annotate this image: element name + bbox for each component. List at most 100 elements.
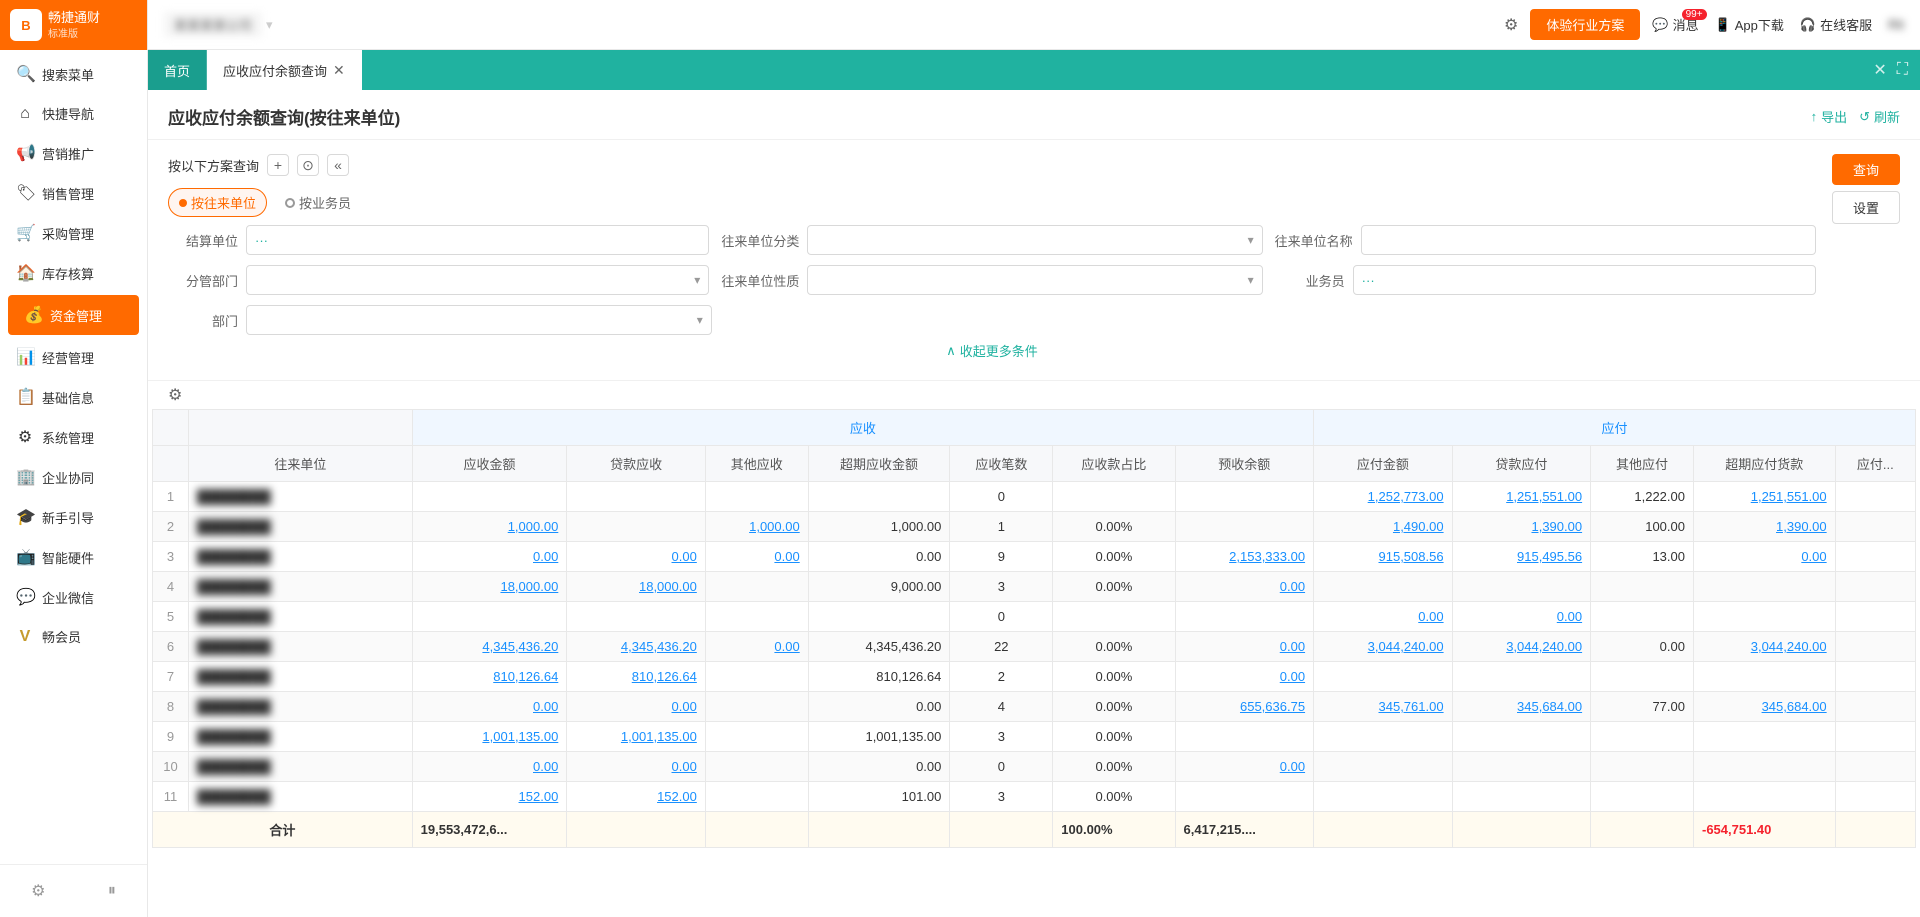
- sidebar-item-marketing[interactable]: 📢 营销推广: [0, 133, 147, 173]
- table-cell[interactable]: 1,251,551.00: [1693, 482, 1835, 512]
- table-row: 2████████1,000.001,000.001,000.0010.00%1…: [153, 512, 1916, 542]
- table-cell[interactable]: 345,684.00: [1693, 692, 1835, 722]
- scheme-collapse-btn[interactable]: «: [327, 154, 349, 176]
- collapse-sidebar-btn[interactable]: ⏸: [100, 874, 124, 908]
- table-cell[interactable]: 18,000.00: [412, 572, 567, 602]
- sidebar-item-enterprise-wechat[interactable]: 💬 企业微信: [0, 577, 147, 617]
- tab-close-icon[interactable]: ✕: [333, 62, 345, 79]
- tab-ar-ap-query[interactable]: 应收应付余额查询 ✕: [207, 50, 362, 90]
- table-cell[interactable]: 0.00: [412, 542, 567, 572]
- table-cell: 0.00%: [1053, 512, 1175, 542]
- table-cell[interactable]: 152.00: [412, 782, 567, 812]
- table-cell[interactable]: 1,390.00: [1693, 512, 1835, 542]
- table-settings-icon[interactable]: ⚙: [168, 385, 182, 405]
- table-cell[interactable]: 915,495.56: [1452, 542, 1591, 572]
- online-service-btn[interactable]: 🎧 在线客服: [1800, 15, 1872, 34]
- user-name[interactable]: Rit: [1888, 17, 1904, 32]
- sidebar-item-vip[interactable]: V 畅会员: [0, 617, 147, 656]
- sidebar-item-search[interactable]: 🔍 搜索菜单: [0, 54, 147, 94]
- table-cell[interactable]: 0.00: [1452, 602, 1591, 632]
- table-cell[interactable]: 2,153,333.00: [1175, 542, 1314, 572]
- sidebar-item-enterprise[interactable]: 🏢 企业协同: [0, 457, 147, 497]
- table-body: 1████████01,252,773.001,251,551.001,222.…: [153, 482, 1916, 812]
- sidebar-item-inventory[interactable]: 🏠 库存核算: [0, 253, 147, 293]
- sidebar-item-finance[interactable]: 💰 资金管理: [8, 295, 139, 335]
- close-window-btn[interactable]: ✕: [1873, 60, 1886, 80]
- sidebar-item-beginner[interactable]: 🎓 新手引导: [0, 497, 147, 537]
- table-cell[interactable]: 1,390.00: [1452, 512, 1591, 542]
- table-cell[interactable]: 0.00: [1314, 602, 1453, 632]
- table-cell[interactable]: 345,761.00: [1314, 692, 1453, 722]
- settlement-unit-input[interactable]: ···: [246, 225, 709, 255]
- table-cell[interactable]: 655,636.75: [1175, 692, 1314, 722]
- table-cell[interactable]: 0.00: [1175, 572, 1314, 602]
- query-btn[interactable]: 查询: [1832, 154, 1900, 185]
- dept-input[interactable]: ▾: [246, 305, 712, 335]
- table-cell[interactable]: 18,000.00: [567, 572, 706, 602]
- maximize-btn[interactable]: ⛶: [1897, 61, 1908, 79]
- table-cell[interactable]: 3,044,240.00: [1314, 632, 1453, 662]
- footer-ap-overdue[interactable]: -654,751.40: [1693, 812, 1835, 848]
- salesperson-input[interactable]: ···: [1353, 265, 1816, 295]
- table-cell[interactable]: 1,000.00: [412, 512, 567, 542]
- table-cell[interactable]: 1,000.00: [705, 512, 808, 542]
- table-cell[interactable]: 1,001,135.00: [412, 722, 567, 752]
- footer-ar-amount[interactable]: 19,553,472,6...: [412, 812, 567, 848]
- unit-category-input[interactable]: ▾: [807, 225, 1262, 255]
- dept-manager-input[interactable]: ▾: [246, 265, 709, 295]
- table-cell[interactable]: 152.00: [567, 782, 706, 812]
- settings-query-btn[interactable]: 设置: [1832, 191, 1900, 224]
- scheme-settings-btn[interactable]: ⊙: [297, 154, 319, 176]
- notification-icon: 💬: [1652, 17, 1668, 33]
- sidebar-item-system[interactable]: ⚙ 系统管理: [0, 417, 147, 457]
- app-download-btn[interactable]: 📱 App下载: [1715, 15, 1784, 34]
- add-scheme-btn[interactable]: +: [267, 154, 289, 176]
- table-cell[interactable]: 0.00: [705, 542, 808, 572]
- table-cell[interactable]: 0.00: [1175, 752, 1314, 782]
- table-cell[interactable]: 0.00: [1693, 542, 1835, 572]
- table-cell[interactable]: 4,345,436.20: [567, 632, 706, 662]
- table-cell: [1175, 722, 1314, 752]
- unit-nature-input[interactable]: ▾: [807, 265, 1262, 295]
- table-cell[interactable]: 1,252,773.00: [1314, 482, 1453, 512]
- notification-btn[interactable]: 💬 消息 99+: [1652, 15, 1698, 34]
- table-cell[interactable]: 3,044,240.00: [1452, 632, 1591, 662]
- sidebar-item-smart-hw[interactable]: 📺 智能硬件: [0, 537, 147, 577]
- table-cell[interactable]: 915,508.56: [1314, 542, 1453, 572]
- export-btn[interactable]: ↑ 导出: [1811, 107, 1848, 126]
- sidebar-item-operations[interactable]: 📊 经营管理: [0, 337, 147, 377]
- table-cell[interactable]: 0.00: [412, 752, 567, 782]
- table-cell[interactable]: 1,490.00: [1314, 512, 1453, 542]
- table-cell[interactable]: 1,251,551.00: [1452, 482, 1591, 512]
- table-cell[interactable]: 0.00: [1175, 632, 1314, 662]
- table-cell[interactable]: 0.00: [705, 632, 808, 662]
- refresh-btn[interactable]: ↺ 刷新: [1859, 107, 1900, 126]
- table-cell[interactable]: 4,345,436.20: [412, 632, 567, 662]
- tab-home[interactable]: 首页: [148, 50, 207, 90]
- promo-btn[interactable]: 体验行业方案: [1530, 9, 1640, 40]
- topbar-gear-icon[interactable]: ⚙: [1504, 15, 1518, 35]
- sidebar-item-purchase[interactable]: 🛒 采购管理: [0, 213, 147, 253]
- table-cell[interactable]: 0.00: [567, 542, 706, 572]
- sidebar-item-quick-nav[interactable]: ⌂ 快捷导航: [0, 94, 147, 133]
- table-cell[interactable]: 810,126.64: [412, 662, 567, 692]
- table-cell[interactable]: 0.00: [567, 692, 706, 722]
- table-cell[interactable]: 1,001,135.00: [567, 722, 706, 752]
- table-cell[interactable]: 3,044,240.00: [1693, 632, 1835, 662]
- sidebar-nav: 🔍 搜索菜单 ⌂ 快捷导航 📢 营销推广 🏷 销售管理 🛒 采购管理 🏠 库存核…: [0, 50, 147, 864]
- table-cell[interactable]: 0.00: [412, 692, 567, 722]
- table-cell[interactable]: 0.00: [1175, 662, 1314, 692]
- unit-name-input[interactable]: [1361, 225, 1816, 255]
- sub-nav-by-staff[interactable]: 按业务员: [275, 189, 361, 216]
- sidebar-item-sales[interactable]: 🏷 销售管理: [0, 173, 147, 213]
- sidebar-item-basic-info[interactable]: 📋 基础信息: [0, 377, 147, 417]
- table-cell[interactable]: 0.00: [567, 752, 706, 782]
- footer-ar-advance[interactable]: 6,417,215....: [1175, 812, 1314, 848]
- settings-bottom-btn[interactable]: ⚙: [23, 873, 53, 909]
- table-cell[interactable]: 810,126.64: [567, 662, 706, 692]
- unit-name-cell: ████████: [189, 782, 413, 812]
- collapse-btn[interactable]: ∧ 收起更多条件: [168, 335, 1816, 366]
- sub-nav-by-unit[interactable]: 按往来单位: [168, 188, 267, 217]
- table-cell: 13.00: [1591, 542, 1694, 572]
- table-cell[interactable]: 345,684.00: [1452, 692, 1591, 722]
